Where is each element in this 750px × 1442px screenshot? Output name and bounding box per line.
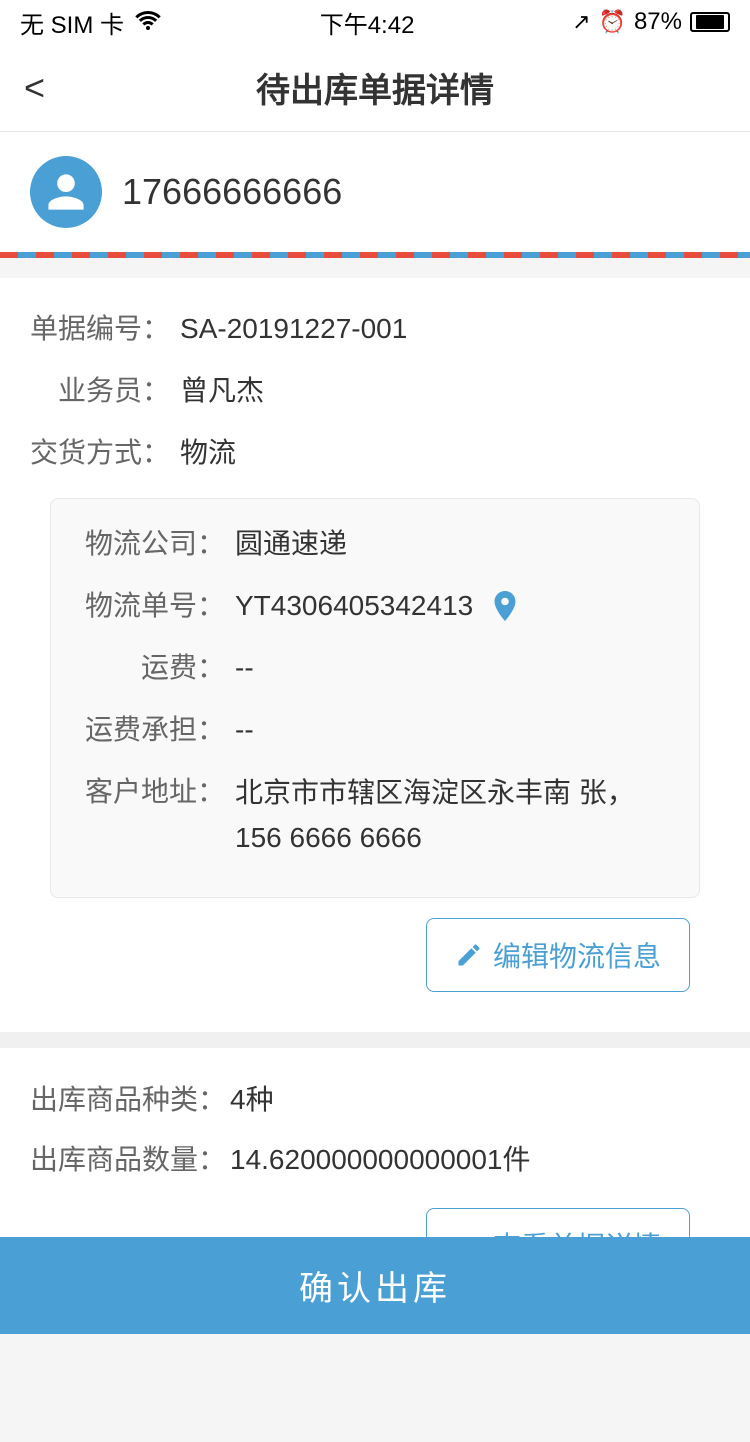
- confirm-btn-wrap: 确认出库: [0, 1237, 750, 1334]
- dashed-divider: [0, 252, 750, 258]
- battery-icon: [690, 12, 730, 32]
- goods-quantity-value: 14.620000000000001件: [230, 1138, 531, 1178]
- staff-label: 业务员：: [30, 370, 170, 412]
- order-number-value: SA-20191227-001: [180, 308, 720, 350]
- edit-btn-wrap: 编辑物流信息: [30, 898, 720, 1012]
- order-info-section: 单据编号： SA-20191227-001 业务员： 曾凡杰 交货方式： 物流 …: [0, 278, 750, 1032]
- status-left: 无 SIM 卡: [20, 5, 162, 40]
- alarm-icon: ⏰: [599, 9, 626, 35]
- order-number-row: 单据编号： SA-20191227-001: [30, 308, 720, 350]
- confirm-outbound-button[interactable]: 确认出库: [299, 1261, 451, 1310]
- goods-type-value: 4种: [230, 1078, 274, 1118]
- time-label: 下午4:42: [320, 5, 415, 40]
- user-avatar-icon: [44, 170, 88, 214]
- freight-label: 运费：: [75, 647, 225, 689]
- status-bar: 无 SIM 卡 下午4:42 ↗ ⏰ 87%: [0, 0, 750, 44]
- avatar: [30, 156, 102, 228]
- freight-bear-label: 运费承担：: [75, 709, 225, 751]
- address-label: 客户地址：: [75, 771, 225, 813]
- staff-value: 曾凡杰: [180, 370, 720, 412]
- edit-icon: [455, 941, 483, 969]
- logistics-company-row: 物流公司： 圆通速递: [75, 523, 675, 565]
- logistics-company-label: 物流公司：: [75, 523, 225, 565]
- map-pin-icon[interactable]: [487, 588, 523, 624]
- delivery-label: 交货方式：: [30, 432, 170, 474]
- order-number-label: 单据编号：: [30, 308, 170, 350]
- address-value: 北京市市辖区海淀区永丰南 张，156 6666 6666: [235, 771, 675, 861]
- edit-logistics-label: 编辑物流信息: [493, 935, 661, 975]
- freight-value: --: [235, 647, 675, 689]
- delivery-value: 物流: [180, 432, 720, 474]
- location-icon: ↗: [572, 9, 590, 35]
- freight-bear-value: --: [235, 709, 675, 751]
- logistics-tracking-row: 物流单号： YT4306405342413: [75, 585, 675, 627]
- goods-quantity-label: 出库商品数量：: [30, 1138, 230, 1178]
- freight-bear-row: 运费承担： --: [75, 709, 675, 751]
- wifi-icon: [134, 8, 162, 37]
- goods-quantity-row: 出库商品数量： 14.620000000000001件: [30, 1138, 720, 1178]
- user-phone: 17666666666: [122, 171, 342, 213]
- status-right: ↗ ⏰ 87%: [572, 8, 730, 36]
- bottom-spacer: [0, 1322, 750, 1442]
- back-button[interactable]: <: [24, 67, 45, 109]
- delivery-row: 交货方式： 物流: [30, 432, 720, 474]
- freight-row: 运费： --: [75, 647, 675, 689]
- battery-label: 87%: [634, 8, 682, 36]
- user-header: 17666666666: [0, 132, 750, 252]
- edit-logistics-button[interactable]: 编辑物流信息: [426, 918, 690, 992]
- goods-type-label: 出库商品种类：: [30, 1078, 230, 1118]
- logistics-company-value: 圆通速递: [235, 523, 675, 565]
- logistics-tracking-value: YT4306405342413: [235, 585, 675, 627]
- carrier-label: 无 SIM 卡: [20, 5, 124, 40]
- page-title: 待出库单据详情: [256, 63, 494, 112]
- goods-type-row: 出库商品种类： 4种: [30, 1078, 720, 1118]
- address-row: 客户地址： 北京市市辖区海淀区永丰南 张，156 6666 6666: [75, 771, 675, 861]
- section-separator: [0, 1032, 750, 1048]
- staff-row: 业务员： 曾凡杰: [30, 370, 720, 412]
- nav-bar: < 待出库单据详情: [0, 44, 750, 132]
- logistics-card: 物流公司： 圆通速递 物流单号： YT4306405342413 运费： -- …: [50, 498, 700, 898]
- logistics-tracking-label: 物流单号：: [75, 585, 225, 627]
